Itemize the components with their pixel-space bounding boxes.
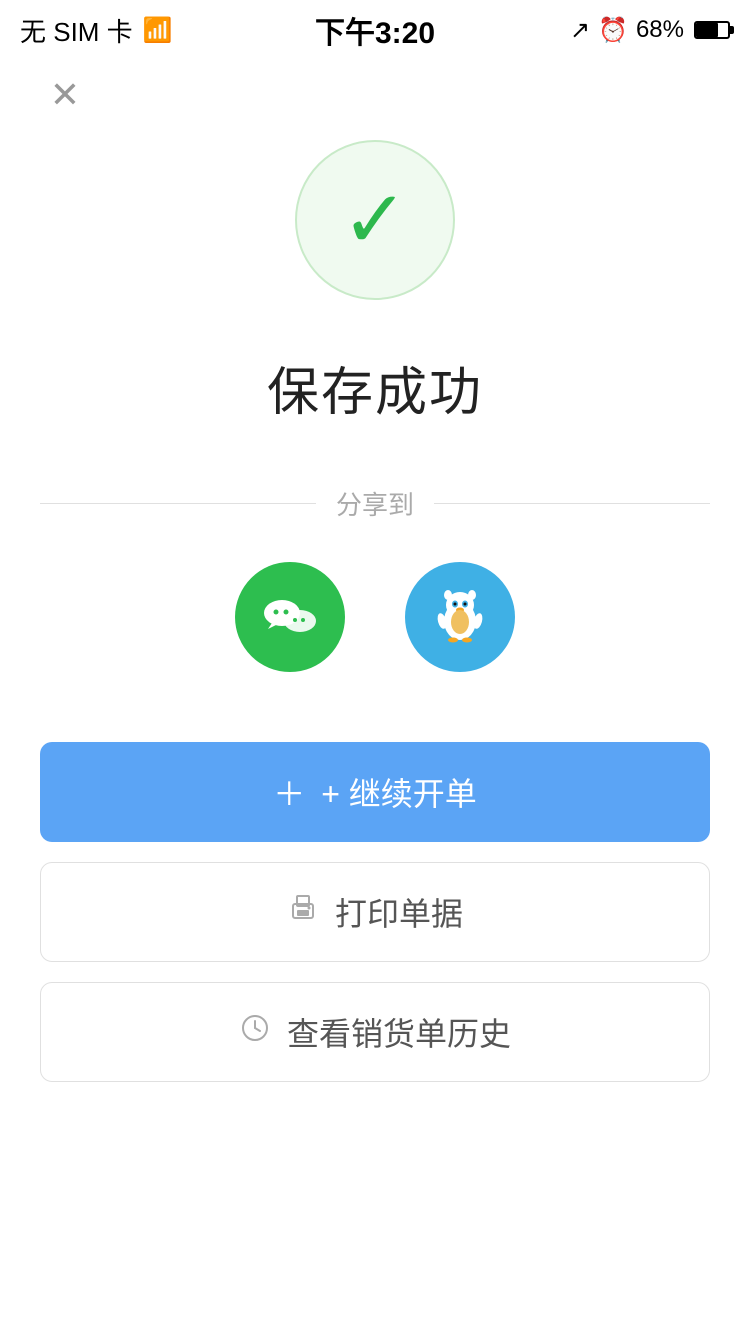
success-circle: ✓ (295, 140, 455, 300)
success-title: 保存成功 (267, 350, 483, 425)
wechat-share-button[interactable] (235, 562, 345, 672)
divider-right (434, 503, 710, 504)
continue-label: + 继续开单 (321, 769, 477, 815)
print-label: 打印单据 (335, 889, 463, 935)
sim-text: 无 SIM 卡 (20, 12, 133, 49)
battery-percent: 68% (636, 16, 684, 44)
divider-left (40, 503, 316, 504)
wechat-icon (258, 585, 323, 650)
share-divider: 分享到 (40, 485, 710, 522)
qq-share-button[interactable] (405, 562, 515, 672)
close-button[interactable]: ✕ (40, 70, 90, 120)
location-icon: ↗ (570, 16, 590, 45)
battery-icon (694, 21, 730, 39)
close-icon: ✕ (50, 77, 80, 113)
status-bar: 无 SIM 卡 📶 下午3:20 ↗ ⏰ 68% (0, 0, 750, 60)
share-icons (40, 562, 710, 672)
share-section: 分享到 (0, 485, 750, 672)
history-button[interactable]: 查看销货单历史 (40, 982, 710, 1082)
print-button[interactable]: 打印单据 (40, 862, 710, 962)
alarm-icon: ⏰ (598, 16, 628, 45)
wifi-icon: 📶 (143, 16, 173, 45)
history-label: 查看销货单历史 (287, 1009, 511, 1055)
share-label: 分享到 (316, 485, 434, 522)
continue-button[interactable]: ＋ + 继续开单 (40, 742, 710, 842)
qq-icon (428, 585, 493, 650)
print-icon (287, 892, 319, 932)
actions: ＋ + 继续开单 打印单据 (0, 742, 750, 1082)
status-time: 下午3:20 (315, 8, 435, 52)
continue-icon: ＋ (273, 769, 305, 815)
status-left: 无 SIM 卡 📶 (20, 12, 173, 49)
main-content: ✓ 保存成功 分享到 (0, 60, 750, 1082)
checkmark-icon: ✓ (341, 180, 408, 260)
status-right: ↗ ⏰ 68% (570, 16, 730, 45)
history-icon (239, 1012, 271, 1052)
